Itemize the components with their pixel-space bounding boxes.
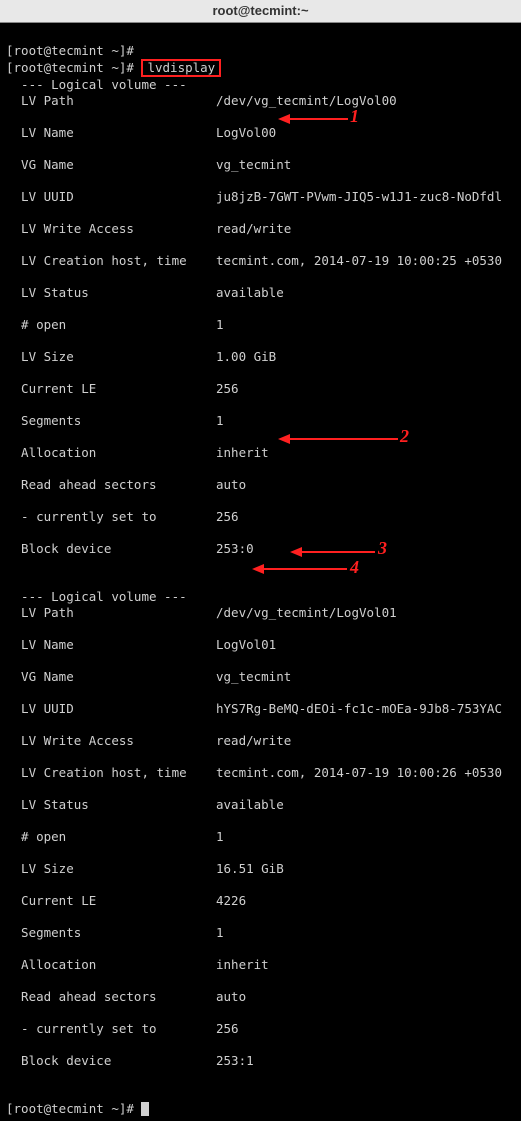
field-value: LogVol00	[216, 125, 515, 141]
command-highlight: lvdisplay	[141, 59, 221, 77]
annotation-number: 2	[400, 428, 409, 444]
field-value: 253:1	[216, 1053, 515, 1069]
field-value: auto	[216, 477, 515, 493]
shell-prompt: [root@tecmint ~]#	[6, 60, 134, 75]
field-value: 1	[216, 317, 515, 333]
field-label: VG Name	[6, 669, 216, 685]
field-label: LV Size	[6, 861, 216, 877]
field-value: 16.51 GiB	[216, 861, 515, 877]
annotation-number: 3	[378, 540, 387, 556]
field-label: Allocation	[6, 445, 216, 461]
section-header: --- Logical volume ---	[6, 589, 187, 604]
cursor-icon	[141, 1102, 149, 1116]
command-text: lvdisplay	[147, 60, 215, 75]
annotation-number: 4	[350, 559, 359, 575]
field-value: vg_tecmint	[216, 669, 515, 685]
field-label: Block device	[6, 1053, 216, 1069]
field-label: LV UUID	[6, 189, 216, 205]
field-value: 1	[216, 925, 515, 941]
field-value: available	[216, 797, 515, 813]
field-label: # open	[6, 317, 216, 333]
field-label: LV Write Access	[6, 221, 216, 237]
field-value: LogVol01	[216, 637, 515, 653]
shell-prompt[interactable]: [root@tecmint ~]#	[6, 1101, 141, 1116]
field-label: # open	[6, 829, 216, 845]
field-label: LV Path	[6, 605, 216, 621]
field-value: 1	[216, 829, 515, 845]
field-value: /dev/vg_tecmint/LogVol00	[216, 93, 515, 109]
field-label: LV Name	[6, 637, 216, 653]
field-value: 4226	[216, 893, 515, 909]
field-value: auto	[216, 989, 515, 1005]
field-label: LV Creation host, time	[6, 765, 216, 781]
field-value: /dev/vg_tecmint/LogVol01	[216, 605, 515, 621]
field-label: Current LE	[6, 381, 216, 397]
field-value: read/write	[216, 733, 515, 749]
field-label: LV Write Access	[6, 733, 216, 749]
field-value: tecmint.com, 2014-07-19 10:00:26 +0530	[216, 765, 515, 781]
field-label: LV Creation host, time	[6, 253, 216, 269]
field-value: 253:0	[216, 541, 515, 557]
field-label: LV UUID	[6, 701, 216, 717]
annotation-number: 1	[350, 108, 359, 124]
field-value: available	[216, 285, 515, 301]
field-value: 256	[216, 509, 515, 525]
field-value: 256	[216, 1021, 515, 1037]
shell-prompt: [root@tecmint ~]#	[6, 43, 134, 58]
field-label: Block device	[6, 541, 216, 557]
field-value: vg_tecmint	[216, 157, 515, 173]
window-title: root@tecmint:~	[0, 0, 521, 23]
field-value: read/write	[216, 221, 515, 237]
field-label: VG Name	[6, 157, 216, 173]
field-label: LV Status	[6, 797, 216, 813]
field-value: 1	[216, 413, 515, 429]
section-header: --- Logical volume ---	[6, 77, 187, 92]
field-label: Segments	[6, 413, 216, 429]
field-label: LV Size	[6, 349, 216, 365]
field-label: Current LE	[6, 893, 216, 909]
field-label: LV Path	[6, 93, 216, 109]
field-label: Allocation	[6, 957, 216, 973]
field-value: inherit	[216, 445, 515, 461]
field-label: Read ahead sectors	[6, 989, 216, 1005]
field-label: Read ahead sectors	[6, 477, 216, 493]
terminal-output: [root@tecmint ~]# [root@tecmint ~]# lvdi…	[0, 23, 521, 1121]
field-label: Segments	[6, 925, 216, 941]
field-label: LV Status	[6, 285, 216, 301]
field-value: ju8jzB-7GWT-PVwm-JIQ5-w1J1-zuc8-NoDfdl	[216, 189, 515, 205]
field-value: inherit	[216, 957, 515, 973]
field-label: - currently set to	[6, 509, 216, 525]
field-value: tecmint.com, 2014-07-19 10:00:25 +0530	[216, 253, 515, 269]
field-value: hYS7Rg-BeMQ-dEOi-fc1c-mOEa-9Jb8-753YAC	[216, 701, 515, 717]
field-label: - currently set to	[6, 1021, 216, 1037]
field-label: LV Name	[6, 125, 216, 141]
field-value: 1.00 GiB	[216, 349, 515, 365]
field-value: 256	[216, 381, 515, 397]
